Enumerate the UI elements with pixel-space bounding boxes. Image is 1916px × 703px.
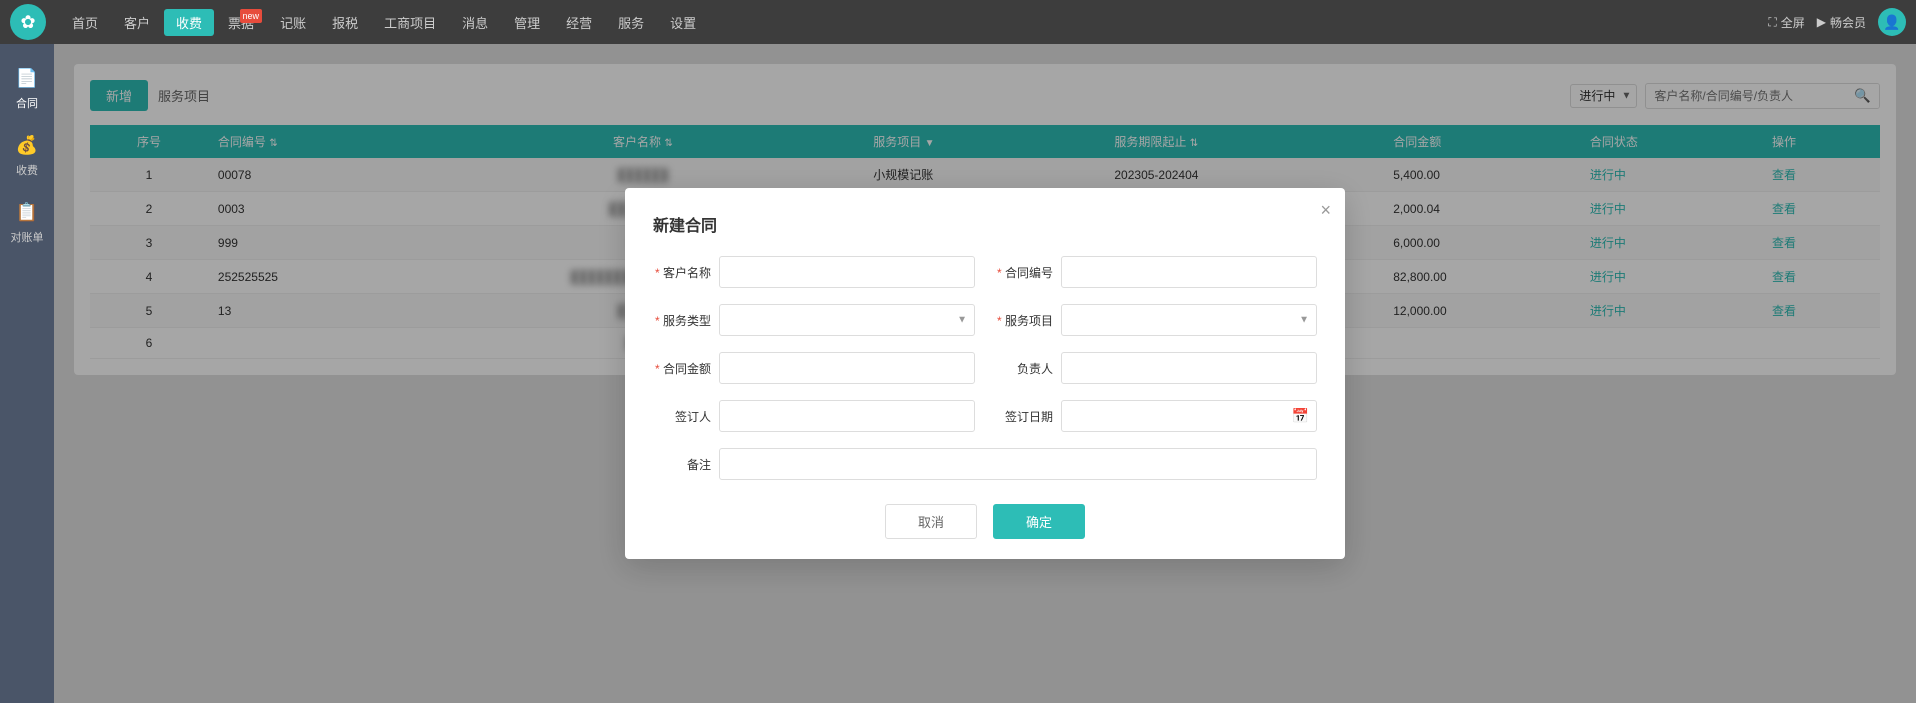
sidebar-item-reconcile[interactable]: 📋 对账单 bbox=[0, 188, 54, 255]
nav-message[interactable]: 消息 bbox=[450, 9, 500, 36]
sidebar-reconcile-label: 对账单 bbox=[11, 229, 44, 245]
avatar[interactable]: 👤 bbox=[1878, 8, 1906, 36]
sidebar-item-contract[interactable]: 📄 合同 bbox=[0, 54, 54, 121]
sidebar-fee-label: 收费 bbox=[16, 162, 38, 178]
input-sign-date[interactable]: 2023-06-06 bbox=[1061, 400, 1317, 432]
select-service-item[interactable] bbox=[1061, 304, 1317, 336]
nav-bizproject[interactable]: 工商项目 bbox=[372, 9, 448, 36]
label-service-item: 服务项目 bbox=[995, 312, 1053, 329]
nav-tax[interactable]: 报税 bbox=[320, 9, 370, 36]
confirm-button[interactable]: 确定 bbox=[993, 504, 1085, 539]
contract-icon: 📄 bbox=[13, 64, 41, 92]
modal-close-button[interactable]: × bbox=[1320, 200, 1331, 221]
fullscreen-icon: ⛶ bbox=[1768, 15, 1776, 30]
modal-title: 新建合同 bbox=[653, 212, 1317, 236]
form-row-2: 服务类型 ▼ 服务项目 ▼ bbox=[653, 304, 1317, 336]
fullscreen-button[interactable]: ⛶ 全屏 bbox=[1768, 14, 1804, 31]
form-group-service-type: 服务类型 ▼ bbox=[653, 304, 975, 336]
select-service-type[interactable] bbox=[719, 304, 975, 336]
nav-invoice[interactable]: 票据 new bbox=[216, 9, 266, 36]
nav-home[interactable]: 首页 bbox=[60, 9, 110, 36]
form-row-4: 签订人 签订日期 2023-06-06 📅 bbox=[653, 400, 1317, 432]
top-nav: ✿ 首页 客户 收费 票据 new 记账 报税 工商项目 消息 管理 经营 服务… bbox=[0, 0, 1916, 44]
member-icon: ▶ bbox=[1817, 15, 1826, 29]
form-group-responsible: 负责人 bbox=[995, 352, 1317, 384]
label-contract-no: 合同编号 bbox=[995, 264, 1053, 281]
form-row-3: 合同金额 0.00 负责人 bbox=[653, 352, 1317, 384]
service-item-wrap: ▼ bbox=[1061, 304, 1317, 336]
label-responsible: 负责人 bbox=[995, 360, 1053, 377]
service-type-wrap: ▼ bbox=[719, 304, 975, 336]
nav-service[interactable]: 服务 bbox=[606, 9, 656, 36]
member-button[interactable]: ▶ 畅会员 bbox=[1817, 14, 1866, 31]
modal-overlay: × 新建合同 客户名称 合同编号 服务类型 ▼ 服务项目 bbox=[54, 44, 1916, 703]
app-logo[interactable]: ✿ bbox=[10, 4, 46, 40]
sidebar-contract-label: 合同 bbox=[16, 95, 38, 111]
form-group-amount: 合同金额 0.00 bbox=[653, 352, 975, 384]
form-group-signer: 签订人 bbox=[653, 400, 975, 432]
date-wrap: 2023-06-06 📅 bbox=[1061, 400, 1317, 432]
form-group-remark: 备注 bbox=[653, 448, 1317, 480]
sidebar: 📄 合同 💰 收费 📋 对账单 bbox=[0, 44, 54, 703]
label-customer: 客户名称 bbox=[653, 264, 711, 281]
nav-operation[interactable]: 经营 bbox=[554, 9, 604, 36]
nav-items: 首页 客户 收费 票据 new 记账 报税 工商项目 消息 管理 经营 服务 设… bbox=[60, 9, 1768, 36]
nav-fee[interactable]: 收费 bbox=[164, 9, 214, 36]
sidebar-item-fee[interactable]: 💰 收费 bbox=[0, 121, 54, 188]
label-signer: 签订人 bbox=[653, 408, 711, 425]
nav-manage[interactable]: 管理 bbox=[502, 9, 552, 36]
input-signer[interactable] bbox=[719, 400, 975, 432]
new-badge: new bbox=[240, 9, 263, 23]
label-amount: 合同金额 bbox=[653, 360, 711, 377]
fee-icon: 💰 bbox=[13, 131, 41, 159]
modal-footer: 取消 确定 bbox=[653, 504, 1317, 539]
input-contract-no[interactable] bbox=[1061, 256, 1317, 288]
input-responsible[interactable] bbox=[1061, 352, 1317, 384]
form-group-service-item: 服务项目 ▼ bbox=[995, 304, 1317, 336]
form-group-customer: 客户名称 bbox=[653, 256, 975, 288]
logo-icon: ✿ bbox=[20, 12, 35, 33]
nav-customer[interactable]: 客户 bbox=[112, 9, 162, 36]
reconcile-icon: 📋 bbox=[13, 198, 41, 226]
nav-right: ⛶ 全屏 ▶ 畅会员 👤 bbox=[1768, 8, 1906, 36]
fullscreen-label: 全屏 bbox=[1781, 14, 1805, 31]
label-sign-date: 签订日期 bbox=[995, 408, 1053, 425]
input-amount[interactable]: 0.00 bbox=[719, 352, 975, 384]
form-row-1: 客户名称 合同编号 bbox=[653, 256, 1317, 288]
form-row-5: 备注 bbox=[653, 448, 1317, 480]
cancel-button[interactable]: 取消 bbox=[885, 504, 977, 539]
input-remark[interactable] bbox=[719, 448, 1317, 480]
form-group-contract-no: 合同编号 bbox=[995, 256, 1317, 288]
label-service-type: 服务类型 bbox=[653, 312, 711, 329]
label-remark: 备注 bbox=[653, 456, 711, 473]
nav-settings[interactable]: 设置 bbox=[658, 9, 708, 36]
nav-bookkeeping[interactable]: 记账 bbox=[268, 9, 318, 36]
form-group-sign-date: 签订日期 2023-06-06 📅 bbox=[995, 400, 1317, 432]
member-label: 畅会员 bbox=[1830, 14, 1866, 31]
input-customer[interactable] bbox=[719, 256, 975, 288]
new-contract-modal: × 新建合同 客户名称 合同编号 服务类型 ▼ 服务项目 bbox=[625, 188, 1345, 559]
